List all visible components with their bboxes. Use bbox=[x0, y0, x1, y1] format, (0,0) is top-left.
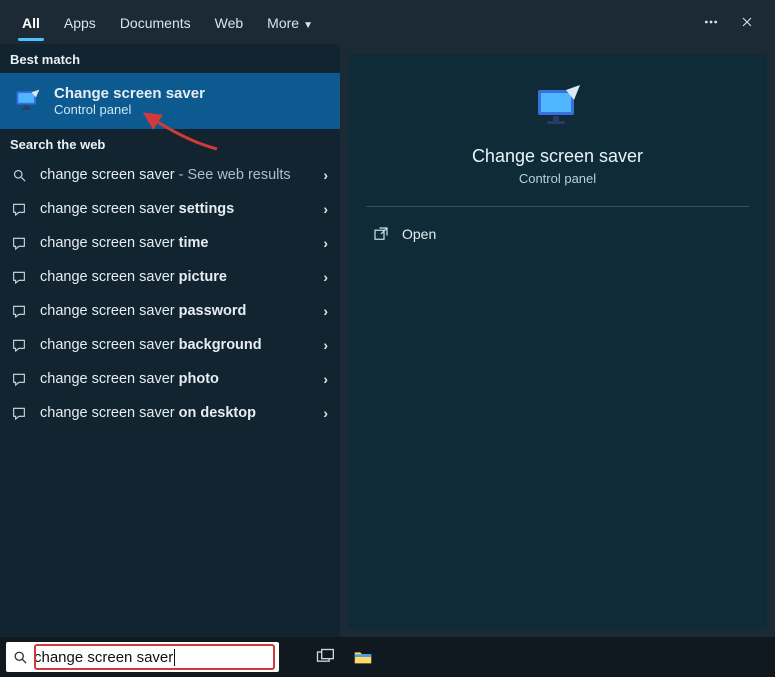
more-options-button[interactable] bbox=[693, 4, 729, 40]
chat-icon bbox=[10, 200, 28, 218]
web-result[interactable]: change screen saver background › bbox=[0, 328, 340, 362]
file-explorer-button[interactable] bbox=[349, 643, 377, 671]
best-match-subtitle: Control panel bbox=[54, 102, 205, 117]
divider bbox=[366, 206, 749, 207]
search-web-heading: Search the web bbox=[0, 129, 340, 158]
detail-title: Change screen saver bbox=[472, 146, 643, 167]
chevron-right-icon: › bbox=[323, 371, 328, 387]
task-view-button[interactable] bbox=[311, 643, 339, 671]
search-input[interactable]: change screen saver bbox=[34, 649, 173, 666]
monitor-icon bbox=[14, 87, 42, 115]
search-icon bbox=[10, 166, 28, 184]
result-label: change screen saver password bbox=[40, 303, 311, 319]
chat-icon bbox=[10, 370, 28, 388]
chat-icon bbox=[10, 336, 28, 354]
tab-all[interactable]: All bbox=[10, 5, 52, 40]
results-pane: Best match Change screen saver Control p… bbox=[0, 44, 340, 637]
web-result[interactable]: change screen saver picture › bbox=[0, 260, 340, 294]
chat-icon bbox=[10, 268, 28, 286]
result-label: change screen saver picture bbox=[40, 269, 311, 285]
close-button[interactable] bbox=[729, 4, 765, 40]
result-label: change screen saver settings bbox=[40, 201, 311, 217]
result-label: change screen saver background bbox=[40, 337, 311, 353]
web-results-list: change screen saver - See web results›ch… bbox=[0, 158, 340, 430]
best-match-title: Change screen saver bbox=[54, 85, 205, 102]
tab-more[interactable]: More ▼ bbox=[255, 5, 325, 40]
chevron-down-icon: ▼ bbox=[303, 20, 313, 31]
text-caret bbox=[174, 649, 175, 666]
taskbar-search[interactable]: change screen saver bbox=[6, 642, 279, 672]
search-icon bbox=[6, 650, 34, 665]
open-icon bbox=[372, 225, 390, 243]
result-label: change screen saver time bbox=[40, 235, 311, 251]
filter-tabs: All Apps Documents Web More ▼ bbox=[0, 0, 775, 44]
web-result[interactable]: change screen saver photo › bbox=[0, 362, 340, 396]
tab-apps[interactable]: Apps bbox=[52, 5, 108, 40]
web-result[interactable]: change screen saver password › bbox=[0, 294, 340, 328]
web-result[interactable]: change screen saver time › bbox=[0, 226, 340, 260]
chevron-right-icon: › bbox=[323, 269, 328, 285]
detail-subtitle: Control panel bbox=[519, 171, 596, 186]
chevron-right-icon: › bbox=[323, 235, 328, 251]
chevron-right-icon: › bbox=[323, 405, 328, 421]
detail-pane: Change screen saver Control panel Open bbox=[348, 54, 767, 629]
chat-icon bbox=[10, 404, 28, 422]
best-match-heading: Best match bbox=[0, 44, 340, 73]
result-label: change screen saver on desktop bbox=[40, 405, 311, 421]
monitor-icon bbox=[530, 84, 586, 132]
chevron-right-icon: › bbox=[323, 303, 328, 319]
web-result[interactable]: change screen saver on desktop › bbox=[0, 396, 340, 430]
tab-more-label: More bbox=[267, 15, 299, 31]
open-action[interactable]: Open bbox=[366, 217, 442, 251]
tab-web[interactable]: Web bbox=[203, 5, 256, 40]
chevron-right-icon: › bbox=[323, 201, 328, 217]
chat-icon bbox=[10, 302, 28, 320]
chevron-right-icon: › bbox=[323, 167, 328, 183]
chat-icon bbox=[10, 234, 28, 252]
taskbar: change screen saver bbox=[0, 637, 775, 677]
best-match-result[interactable]: Change screen saver Control panel bbox=[0, 73, 340, 129]
result-label: change screen saver photo bbox=[40, 371, 311, 387]
chevron-right-icon: › bbox=[323, 337, 328, 353]
open-label: Open bbox=[402, 226, 436, 242]
web-result[interactable]: change screen saver - See web results › bbox=[0, 158, 340, 192]
result-label: change screen saver - See web results bbox=[40, 167, 311, 183]
web-result[interactable]: change screen saver settings › bbox=[0, 192, 340, 226]
tab-documents[interactable]: Documents bbox=[108, 5, 203, 40]
